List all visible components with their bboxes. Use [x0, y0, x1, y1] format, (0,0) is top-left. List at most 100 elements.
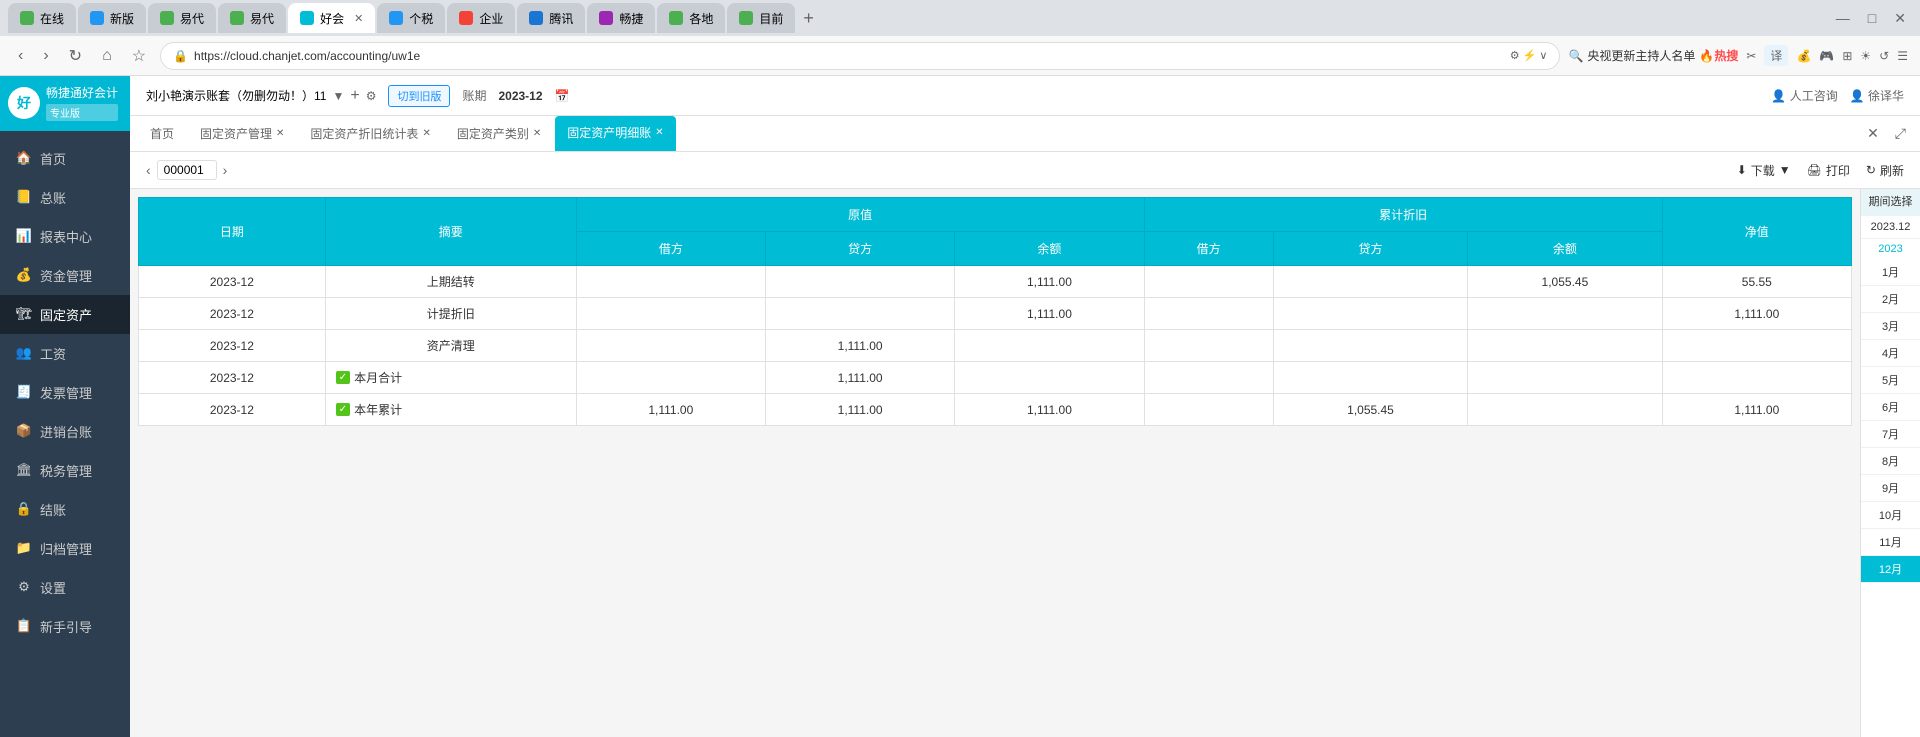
grid-icon[interactable]: ⊞ [1842, 49, 1852, 63]
tab-6[interactable]: 个税 [377, 3, 445, 33]
period-year: 2023 [1861, 239, 1920, 259]
company-name: 刘小艳演示账套（勿删勿动！）11 [146, 87, 326, 104]
tab-fixed-category-close[interactable]: ✕ [533, 128, 541, 139]
sidebar-item-tax[interactable]: 税务管理 [0, 451, 130, 490]
sidebar-item-invoice[interactable]: 发票管理 [0, 373, 130, 412]
close-tab-button[interactable]: ✕ [1861, 123, 1885, 144]
tab-fixed-detail-close[interactable]: ✕ [655, 127, 663, 138]
period-2023-12-selected[interactable]: 2023.12 [1861, 216, 1920, 239]
sidebar-item-stock[interactable]: 进销台账 [0, 412, 130, 451]
tab-11[interactable]: 目前 [727, 3, 795, 33]
cell-accum-balance [1468, 394, 1662, 426]
user-avatar[interactable]: 👤 徐译华 [1850, 87, 1904, 104]
version-switch-button[interactable]: 切到旧版 [388, 85, 450, 107]
page-input[interactable] [157, 160, 217, 180]
home-button[interactable]: ⌂ [96, 45, 118, 67]
browser-tools-icon: ⚙ ⚡ ∨ [1510, 49, 1548, 62]
tab-5-close[interactable]: ✕ [354, 12, 363, 25]
tab-fixed-mgmt[interactable]: 固定资产管理 ✕ [188, 116, 296, 151]
refresh-button[interactable]: ↻ 刷新 [1866, 162, 1904, 179]
forward-button[interactable]: › [37, 45, 54, 67]
period-month-6[interactable]: 6月 [1861, 394, 1920, 421]
cell-orig-debit [576, 266, 765, 298]
period-month-2[interactable]: 2月 [1861, 286, 1920, 313]
sidebar-item-fixed[interactable]: 固定资产 [0, 295, 130, 334]
prev-page-button[interactable]: ‹ [146, 162, 151, 178]
next-page-button[interactable]: › [223, 162, 228, 178]
maximize-button[interactable]: □ [1862, 8, 1882, 28]
period-month-11[interactable]: 11月 [1861, 529, 1920, 556]
calendar-icon[interactable]: 📅 [555, 89, 570, 103]
hot-search-label: 🔥热搜 [1699, 47, 1738, 64]
dropdown-icon[interactable]: ▼ [332, 89, 344, 103]
menu-icon[interactable]: ☰ [1897, 49, 1908, 63]
tab-fixed-mgmt-close[interactable]: ✕ [276, 128, 284, 139]
cell-accum-credit [1273, 298, 1467, 330]
tab-3[interactable]: 易代 [148, 3, 216, 33]
tab-9[interactable]: 畅捷 [587, 3, 655, 33]
tab-4[interactable]: 易代 [218, 3, 286, 33]
tab-fixed-detail[interactable]: 固定资产明细账 ✕ [555, 116, 675, 151]
address-bar: ‹ › ↻ ⌂ ☆ 🔒 https://cloud.chanjet.com/ac… [0, 36, 1920, 76]
period-month-9[interactable]: 9月 [1861, 475, 1920, 502]
sidebar-item-fund[interactable]: 资金管理 [0, 256, 130, 295]
tab-fixed-deprec[interactable]: 固定资产折旧统计表 ✕ [298, 116, 442, 151]
close-window-button[interactable]: ✕ [1888, 8, 1912, 29]
period-month-12[interactable]: 12月 [1861, 556, 1920, 583]
sidebar-item-report[interactable]: 报表中心 [0, 217, 130, 256]
sidebar-item-guide[interactable]: 新手引导 [0, 607, 130, 646]
tab-fixed-category[interactable]: 固定资产类别 ✕ [445, 116, 553, 151]
tab-main[interactable]: 首页 [138, 116, 186, 151]
tab-8[interactable]: 腾讯 [517, 3, 585, 33]
content-area: 日期 摘要 原值 累计折旧 净值 借方 贷方 余额 借方 [130, 189, 1920, 737]
support-button[interactable]: 👤 人工咨询 [1771, 87, 1837, 104]
minimize-button[interactable]: — [1830, 8, 1856, 28]
scissors-icon[interactable]: ✂ [1746, 49, 1756, 63]
tab-1[interactable]: 在线 [8, 3, 76, 33]
translate-icon[interactable]: 译 [1764, 45, 1788, 66]
tab-7[interactable]: 企业 [447, 3, 515, 33]
url-bar[interactable]: 🔒 https://cloud.chanjet.com/accounting/u… [160, 42, 1560, 70]
archive-icon [16, 540, 32, 556]
print-button[interactable]: 🖨 打印 [1807, 162, 1850, 179]
download-button[interactable]: ⬇ 下载 ▼ [1737, 162, 1791, 179]
period-month-3[interactable]: 3月 [1861, 313, 1920, 340]
sidebar-item-settings[interactable]: 设置 [0, 568, 130, 607]
tab-5-active[interactable]: 好会 ✕ [288, 3, 375, 33]
sidebar-item-close[interactable]: 结账 [0, 490, 130, 529]
expand-tab-button[interactable]: ⤢ [1889, 123, 1912, 144]
tab-fixed-deprec-close[interactable]: ✕ [422, 128, 430, 139]
reload-button[interactable]: ↻ [63, 44, 88, 68]
period-month-4[interactable]: 4月 [1861, 340, 1920, 367]
period-month-5[interactable]: 5月 [1861, 367, 1920, 394]
cell-accum-debit [1144, 298, 1273, 330]
sidebar-item-archive[interactable]: 归档管理 [0, 529, 130, 568]
secure-icon: 🔒 [173, 49, 188, 63]
period-month-7[interactable]: 7月 [1861, 421, 1920, 448]
game-icon[interactable]: 🎮 [1819, 49, 1834, 63]
cell-summary: 资产清理 [325, 330, 576, 362]
new-tab-button[interactable]: + [797, 8, 820, 29]
cell-summary: ✓本年累计 [325, 394, 576, 426]
period-month-10[interactable]: 10月 [1861, 502, 1920, 529]
sidebar-item-ledger[interactable]: 总账 [0, 178, 130, 217]
sidebar-item-home[interactable]: 首页 [0, 139, 130, 178]
cell-accum-debit [1144, 330, 1273, 362]
sidebar-item-payroll[interactable]: 工资 [0, 334, 130, 373]
tab-2[interactable]: 新版 [78, 3, 146, 33]
history-icon[interactable]: ↺ [1879, 49, 1889, 63]
brightness-icon[interactable]: ☀ [1860, 49, 1871, 63]
back-button[interactable]: ‹ [12, 45, 29, 67]
period-month-1[interactable]: 1月 [1861, 259, 1920, 286]
tab-10[interactable]: 各地 [657, 3, 725, 33]
wallet-icon[interactable]: 💰 [1796, 49, 1811, 63]
bookmark-button[interactable]: ☆ [126, 44, 152, 68]
col-accumulated-depreciation: 累计折旧 [1144, 198, 1662, 232]
add-account-button[interactable]: + [350, 87, 359, 105]
fixed-icon [16, 306, 32, 322]
settings-small-icon[interactable]: ⚙ [366, 89, 377, 103]
cell-accum-balance [1468, 330, 1662, 362]
cell-orig-credit: 1,111.00 [765, 362, 954, 394]
cell-date: 2023-12 [139, 394, 326, 426]
period-month-8[interactable]: 8月 [1861, 448, 1920, 475]
